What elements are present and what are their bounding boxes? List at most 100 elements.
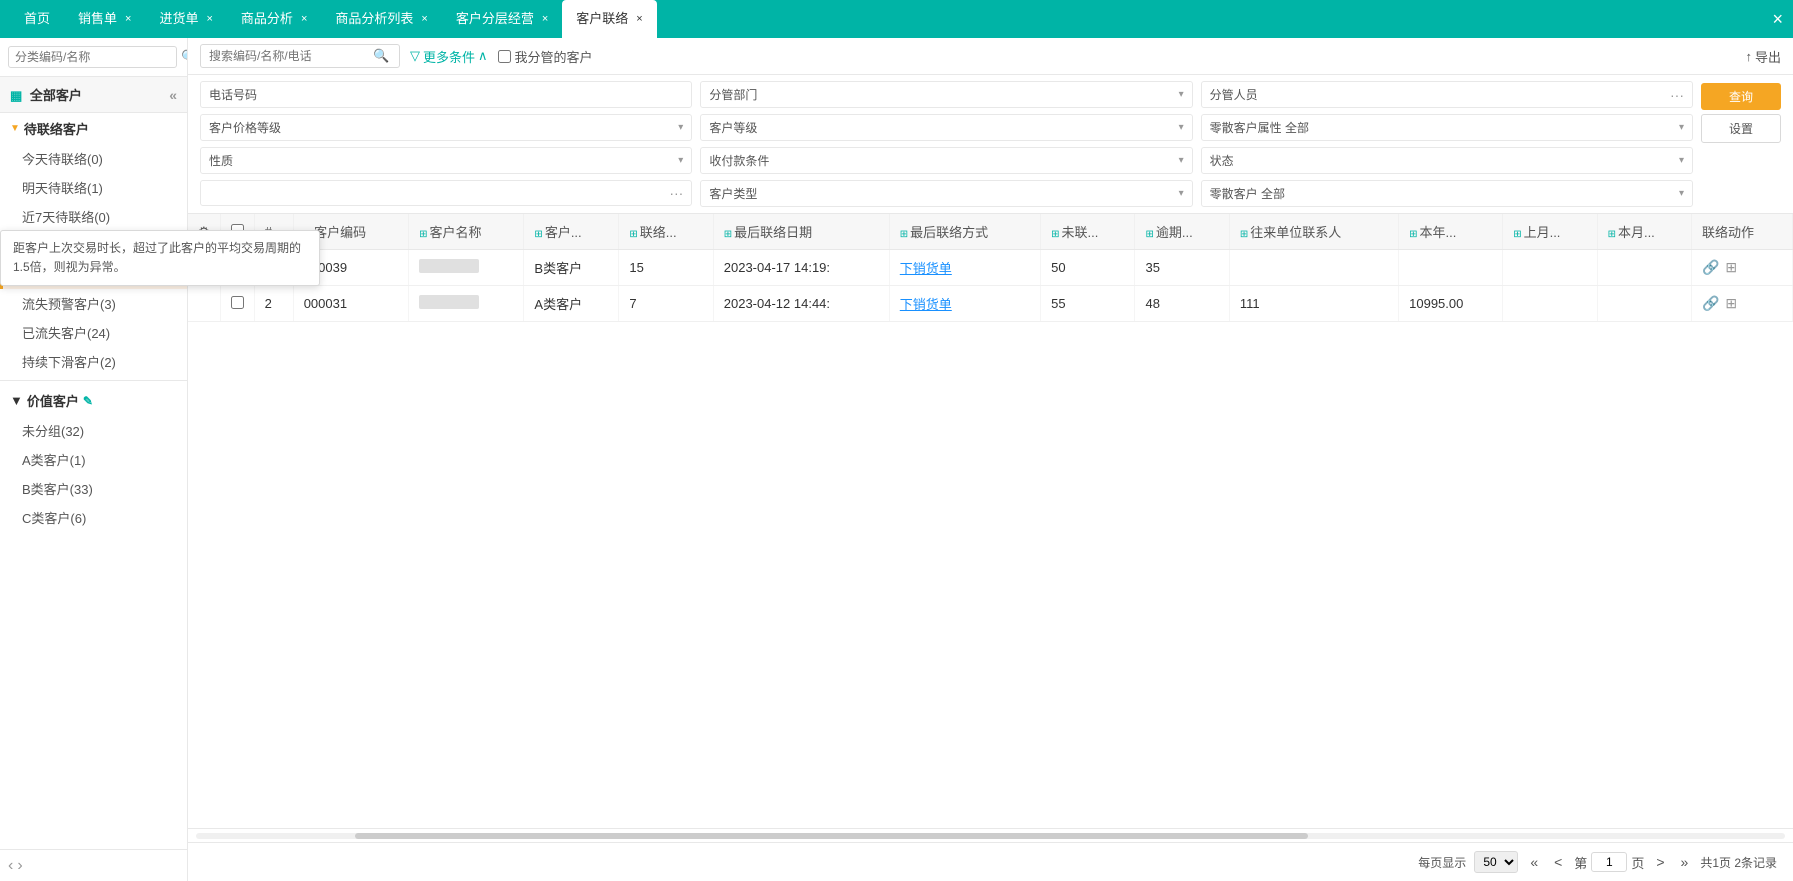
export-btn[interactable]: ↑ 导出 bbox=[1745, 47, 1781, 66]
filter-customer-type[interactable]: 客户类型 ▾ bbox=[700, 180, 1192, 207]
nav-product-analysis-list[interactable]: 商品分析列表 × bbox=[321, 0, 441, 38]
nav-purchase[interactable]: 进货单 × bbox=[145, 0, 226, 38]
col-this-month[interactable]: ⊞本月... bbox=[1597, 214, 1691, 250]
filter-retail-attr[interactable]: 零散客户属性 全部 ▾ bbox=[1201, 114, 1693, 141]
filter-action-btns: 查询 设置 bbox=[1701, 81, 1781, 143]
filter-payment-terms[interactable]: 收付款条件 ▾ bbox=[700, 147, 1192, 174]
col-contact-count[interactable]: ⊞联络... bbox=[619, 214, 713, 250]
row-last-date-2: 2023-04-12 14:44: bbox=[713, 286, 889, 322]
sidebar-item-week-pending[interactable]: 近7天待联络(0) bbox=[0, 202, 187, 231]
nav-product-analysis[interactable]: 商品分析 × bbox=[227, 0, 321, 38]
filter-department[interactable]: 分管部门 ▾ bbox=[700, 81, 1192, 108]
nav-close-sales[interactable]: × bbox=[125, 0, 131, 38]
sidebar-item-lost[interactable]: 已流失客户(24) bbox=[0, 318, 187, 347]
main-layout: 🔍 ▦ 全部客户 « ▼ 待联络客户 今天待联络(0) 明天待联络(1) 近7天… bbox=[0, 38, 1793, 881]
col-last-date[interactable]: ⊞最后联络日期 bbox=[713, 214, 889, 250]
total-info: 共1页 2条记录 bbox=[1700, 854, 1777, 871]
horizontal-scroll[interactable] bbox=[188, 828, 1793, 842]
dropdown-arrow-icon3: ▾ bbox=[1179, 89, 1184, 100]
col-name[interactable]: ⊞客户名称 bbox=[409, 214, 524, 250]
filter-retail-customer[interactable]: 零散客户 全部 ▾ bbox=[1201, 180, 1693, 207]
sidebar-item-lost-warning[interactable]: 流失预警客户(3) bbox=[0, 289, 187, 318]
sidebar-item-class-c[interactable]: C类客户(6) bbox=[0, 503, 187, 532]
col-contact-person[interactable]: ⊞往来单位联系人 bbox=[1229, 214, 1398, 250]
col-overdue[interactable]: ⊞逾期... bbox=[1135, 214, 1229, 250]
filter-price-grade[interactable]: 客户价格等级 ▾ bbox=[200, 114, 692, 141]
row-last-date: 2023-04-17 14:19: bbox=[713, 250, 889, 286]
sidebar-search-input[interactable] bbox=[8, 46, 177, 68]
row-link-icon-2[interactable]: 🔗 bbox=[1702, 295, 1719, 312]
top-navigation: 首页 销售单 × 进货单 × 商品分析 × 商品分析列表 × 客户分层经营 × … bbox=[0, 0, 1793, 38]
last-method-link-2[interactable]: 下销货单 bbox=[900, 297, 952, 312]
sidebar-item-class-b[interactable]: B类客户(33) bbox=[0, 474, 187, 503]
dropdown-arrow-icon4: ▾ bbox=[1179, 122, 1184, 133]
nav-close-customer-contact[interactable]: × bbox=[636, 0, 642, 38]
filter-dots-row[interactable]: ··· bbox=[200, 180, 692, 206]
sidebar-item-class-a[interactable]: A类客户(1) bbox=[0, 445, 187, 474]
page-number-input[interactable] bbox=[1591, 852, 1627, 872]
row-link-icon-1[interactable]: 🔗 bbox=[1702, 259, 1719, 276]
customer-search-input[interactable] bbox=[209, 49, 369, 63]
dots-icon: ··· bbox=[669, 185, 683, 201]
sidebar-search-icon[interactable]: 🔍 bbox=[181, 49, 188, 65]
scroll-thumb[interactable] bbox=[355, 833, 1308, 839]
more-conditions-btn[interactable]: ▽ 更多条件 ∧ bbox=[410, 47, 488, 66]
sidebar-item-today-pending[interactable]: 今天待联络(0) bbox=[0, 144, 187, 173]
col-last-method[interactable]: ⊞最后联络方式 bbox=[889, 214, 1040, 250]
filter-nature[interactable]: 性质 ▾ bbox=[200, 147, 692, 174]
row-index-2: 2 bbox=[254, 286, 293, 322]
nav-close-product-analysis[interactable]: × bbox=[301, 0, 307, 38]
nav-close-product-list[interactable]: × bbox=[421, 0, 427, 38]
col-pending[interactable]: ⊞未联... bbox=[1041, 214, 1135, 250]
next-page-btn[interactable]: > bbox=[1652, 852, 1668, 872]
table-row: 2 000031 A类客户 7 2023-04-12 14:44: 下销货单 5… bbox=[188, 286, 1793, 322]
sidebar-item-declining[interactable]: 持续下滑客户(2) bbox=[0, 347, 187, 376]
edit-icon[interactable]: ✎ bbox=[83, 394, 93, 408]
sidebar-right-arrow[interactable]: › bbox=[17, 857, 22, 875]
last-page-btn[interactable]: » bbox=[1677, 852, 1693, 872]
row-contact-person-2: 111 bbox=[1229, 286, 1398, 322]
nav-home[interactable]: 首页 bbox=[10, 0, 64, 38]
nav-close-customer-seg[interactable]: × bbox=[542, 0, 548, 38]
col-action: 联络动作 bbox=[1691, 214, 1792, 250]
sidebar-item-unclassified[interactable]: 未分组(32) bbox=[0, 416, 187, 445]
nav-customer-segmentation[interactable]: 客户分层经营 × bbox=[442, 0, 562, 38]
sidebar-all-customers[interactable]: ▦ 全部客户 « bbox=[0, 77, 187, 113]
per-page-select[interactable]: 50 bbox=[1474, 851, 1518, 873]
row-last-method[interactable]: 下销货单 bbox=[889, 250, 1040, 286]
row-checkbox-2[interactable] bbox=[231, 296, 244, 309]
dropdown-arrow-icon2: ▾ bbox=[678, 155, 683, 166]
sidebar-item-tomorrow-pending[interactable]: 明天待联络(1) bbox=[0, 173, 187, 202]
dropdown-arrow-icon5: ▾ bbox=[1179, 155, 1184, 166]
row-last-method-2[interactable]: 下销货单 bbox=[889, 286, 1040, 322]
nav-customer-contact[interactable]: 客户联络 × bbox=[562, 0, 656, 38]
first-page-btn[interactable]: « bbox=[1526, 852, 1542, 872]
nav-close-all[interactable]: × bbox=[1772, 9, 1783, 30]
filter-manager[interactable]: 分管人员 ··· bbox=[1201, 81, 1693, 108]
filter-status[interactable]: 状态 ▾ bbox=[1201, 147, 1693, 174]
col-type[interactable]: ⊞客户... bbox=[524, 214, 619, 250]
row-checkbox-cell-2[interactable] bbox=[220, 286, 254, 322]
sidebar-pending-group[interactable]: ▼ 待联络客户 bbox=[0, 113, 187, 144]
settings-button[interactable]: 设置 bbox=[1701, 114, 1781, 143]
row-pending: 50 bbox=[1041, 250, 1135, 286]
sidebar-collapse-btn[interactable]: « bbox=[169, 87, 177, 103]
my-customers-checkbox[interactable] bbox=[498, 50, 511, 63]
filter-bar: 🔍 ▽ 更多条件 ∧ 我分管的客户 ↑ 导出 bbox=[188, 38, 1793, 75]
last-method-link-1[interactable]: 下销货单 bbox=[900, 261, 952, 276]
col-last-month[interactable]: ⊞上月... bbox=[1503, 214, 1597, 250]
filter-phone[interactable]: 电话号码 bbox=[200, 81, 692, 108]
nav-sales[interactable]: 销售单 × bbox=[64, 0, 145, 38]
dropdown-arrow-icon7: ▾ bbox=[1679, 122, 1684, 133]
query-button[interactable]: 查询 bbox=[1701, 83, 1781, 110]
sidebar-value-group[interactable]: ▼ 价值客户 ✎ bbox=[0, 385, 187, 416]
prev-page-btn[interactable]: < bbox=[1550, 852, 1566, 872]
customer-search-icon[interactable]: 🔍 bbox=[373, 48, 389, 64]
row-grid-icon-1[interactable]: ⊞ bbox=[1725, 259, 1737, 276]
row-grid-icon-2[interactable]: ⊞ bbox=[1725, 295, 1737, 312]
filter-customer-grade[interactable]: 客户等级 ▾ bbox=[700, 114, 1192, 141]
nav-close-purchase[interactable]: × bbox=[206, 0, 212, 38]
col-this-year[interactable]: ⊞本年... bbox=[1399, 214, 1503, 250]
row-pending-2: 55 bbox=[1041, 286, 1135, 322]
sidebar-left-arrow[interactable]: ‹ bbox=[8, 857, 13, 875]
